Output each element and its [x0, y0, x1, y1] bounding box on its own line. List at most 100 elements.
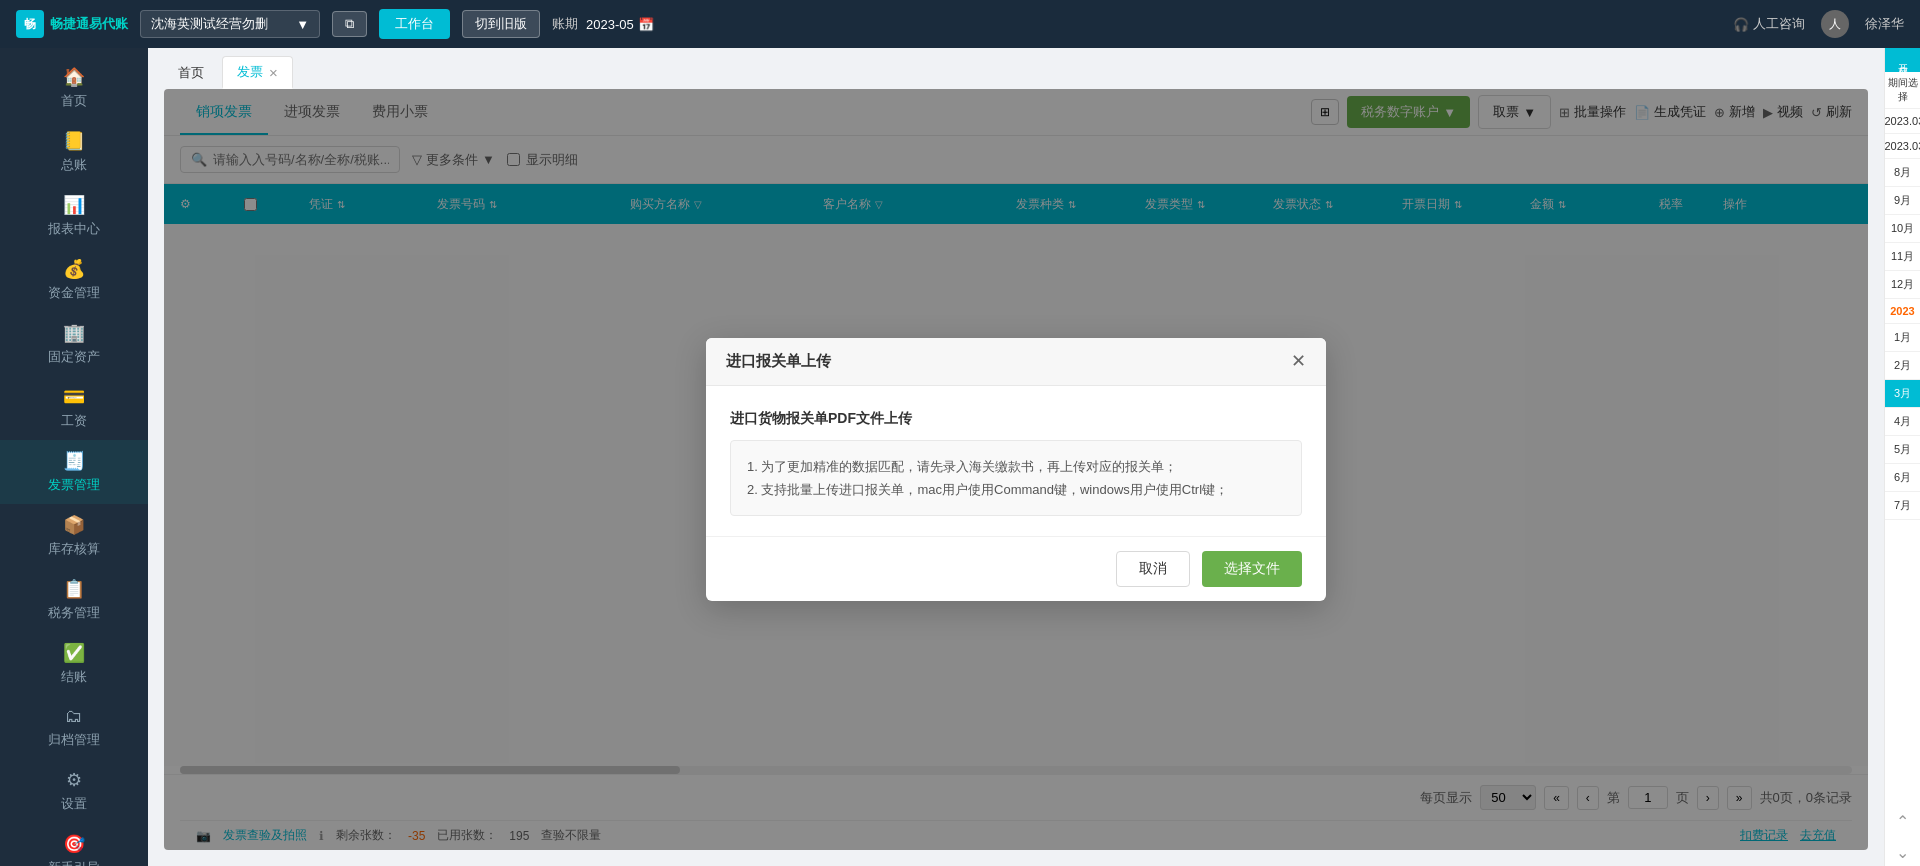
period-8[interactable]: 8月: [1885, 159, 1921, 187]
period-1[interactable]: 1月: [1885, 324, 1921, 352]
dropdown-arrow: ▼: [296, 17, 309, 32]
sidebar-reports-label: 报表中心: [48, 220, 100, 238]
expand-icon[interactable]: ⌄: [1896, 839, 1909, 866]
service-label: 人工咨询: [1753, 15, 1805, 33]
sidebar-item-assets[interactable]: 🏢 固定资产: [0, 312, 148, 376]
period-2023[interactable]: 2023: [1885, 299, 1921, 324]
period-2023-03-1[interactable]: 2023.03: [1885, 109, 1921, 134]
tab-home[interactable]: 首页: [164, 58, 218, 88]
sidebar-item-settlement[interactable]: ✅ 结账: [0, 632, 148, 696]
collapse-icon[interactable]: ⌃: [1896, 804, 1909, 839]
sidebar-item-home[interactable]: 🏠 首页: [0, 56, 148, 120]
sidebar-item-settings[interactable]: ⚙ 设置: [0, 759, 148, 823]
sidebar-item-reports[interactable]: 📊 报表中心: [0, 184, 148, 248]
service-button[interactable]: 🎧 人工咨询: [1733, 15, 1805, 33]
sidebar-archive-label: 归档管理: [48, 731, 100, 749]
top-header: 畅 畅捷通易代账 沈海英测试经营勿删 ▼ ⧉ 工作台 切到旧版 账期 2023-…: [0, 0, 1920, 48]
sidebar-ledger-label: 总账: [61, 156, 87, 174]
tab-home-label: 首页: [178, 65, 204, 80]
period-7[interactable]: 7月: [1885, 492, 1921, 520]
period-3[interactable]: 3月: [1885, 380, 1921, 408]
sidebar-settlement-label: 结账: [61, 668, 87, 686]
modal-section-title: 进口货物报关单PDF文件上传: [730, 410, 1302, 428]
inventory-icon: 📦: [63, 514, 85, 536]
sidebar-item-salary[interactable]: 💳 工资: [0, 376, 148, 440]
tab-close-icon[interactable]: ×: [269, 64, 278, 81]
modal-header: 进口报关单上传 ✕: [706, 338, 1326, 386]
guide-icon: 🎯: [63, 833, 85, 855]
copy-button[interactable]: ⧉: [332, 11, 367, 37]
tab-bar: 首页 发票 ×: [148, 48, 1884, 89]
sidebar-inventory-label: 库存核算: [48, 540, 100, 558]
period-12[interactable]: 12月: [1885, 271, 1921, 299]
modal-body: 进口货物报关单PDF文件上传 1. 为了更加精准的数据匹配，请先录入海关缴款书，…: [706, 386, 1326, 537]
period-label: 账期: [552, 15, 578, 33]
period-select-label: 期间选择: [1885, 72, 1920, 109]
sidebar-salary-label: 工资: [61, 412, 87, 430]
period-6[interactable]: 6月: [1885, 464, 1921, 492]
settings-icon: ⚙: [66, 769, 82, 791]
reports-icon: 📊: [63, 194, 85, 216]
period-info: 账期 2023-05 📅: [552, 15, 654, 33]
sidebar-item-invoice[interactable]: 🧾 发票管理: [0, 440, 148, 504]
sidebar-guide-label: 新手引导: [48, 859, 100, 866]
period-2[interactable]: 2月: [1885, 352, 1921, 380]
workbench-label: 工作台: [395, 16, 434, 31]
period-panel[interactable]: 2023.03 2023.03 8月 9月 10月 11月 12月 2023 1…: [1885, 109, 1921, 804]
user-avatar[interactable]: 人: [1821, 10, 1849, 38]
modal-title: 进口报关单上传: [726, 352, 831, 371]
company-name: 沈海英测试经营勿删: [151, 15, 268, 33]
salary-icon: 💳: [63, 386, 85, 408]
finance-icon: 💰: [63, 258, 85, 280]
company-selector[interactable]: 沈海英测试经营勿删 ▼: [140, 10, 320, 38]
tab-invoice[interactable]: 发票 ×: [222, 56, 293, 89]
sidebar-settings-label: 设置: [61, 795, 87, 813]
user-name: 徐泽华: [1865, 15, 1904, 33]
period-9[interactable]: 9月: [1885, 187, 1921, 215]
sidebar-home-label: 首页: [61, 92, 87, 110]
workbench-button[interactable]: 工作台: [379, 9, 450, 39]
calendar-icon[interactable]: 📅: [638, 17, 654, 32]
period-5[interactable]: 5月: [1885, 436, 1921, 464]
modal-overlay[interactable]: 进口报关单上传 ✕ 进口货物报关单PDF文件上传 1. 为了更加精准的数据匹配，…: [164, 89, 1868, 850]
sidebar-item-tax[interactable]: 📋 税务管理: [0, 568, 148, 632]
ledger-icon: 📒: [63, 130, 85, 152]
switch-old-button[interactable]: 切到旧版: [462, 10, 540, 38]
right-panel: 开启日期 期间选择 2023.03 2023.03 8月 9月 10月 11月 …: [1884, 48, 1920, 866]
main-layout: 🏠 首页 📒 总账 📊 报表中心 💰 资金管理 🏢 固定资产 💳 工资 🧾 发票…: [0, 48, 1920, 866]
tax-icon: 📋: [63, 578, 85, 600]
modal-close-button[interactable]: ✕: [1291, 352, 1306, 370]
app-title: 畅捷通易代账: [50, 15, 128, 33]
sidebar-item-finance[interactable]: 💰 资金管理: [0, 248, 148, 312]
sidebar: 🏠 首页 📒 总账 📊 报表中心 💰 资金管理 🏢 固定资产 💳 工资 🧾 发票…: [0, 48, 148, 866]
sidebar-tax-label: 税务管理: [48, 604, 100, 622]
logo-icon: 畅: [16, 10, 44, 38]
period-4[interactable]: 4月: [1885, 408, 1921, 436]
modal-cancel-button[interactable]: 取消: [1116, 551, 1190, 587]
home-icon: 🏠: [63, 66, 85, 88]
modal-info-item-2: 2. 支持批量上传进口报关单，mac用户使用Command键，windows用户…: [747, 478, 1285, 501]
archive-icon: 🗂: [65, 706, 83, 727]
sidebar-item-archive[interactable]: 🗂 归档管理: [0, 696, 148, 759]
sidebar-item-guide[interactable]: 🎯 新手引导: [0, 823, 148, 866]
select-file-label: 选择文件: [1224, 560, 1280, 576]
switch-old-label: 切到旧版: [475, 16, 527, 31]
period-11[interactable]: 11月: [1885, 243, 1921, 271]
period-2023-03-2[interactable]: 2023.03: [1885, 134, 1921, 159]
sidebar-item-inventory[interactable]: 📦 库存核算: [0, 504, 148, 568]
right-panel-top: 开启日期: [1885, 48, 1920, 72]
modal-footer: 取消 选择文件: [706, 536, 1326, 601]
cancel-label: 取消: [1139, 560, 1167, 576]
content-area: 首页 发票 × 销项发票 进项发票 费用小票: [148, 48, 1884, 866]
assets-icon: 🏢: [63, 322, 85, 344]
sidebar-invoice-label: 发票管理: [48, 476, 100, 494]
invoice-icon: 🧾: [63, 450, 85, 472]
modal-select-file-button[interactable]: 选择文件: [1202, 551, 1302, 587]
period-10[interactable]: 10月: [1885, 215, 1921, 243]
sidebar-item-ledger[interactable]: 📒 总账: [0, 120, 148, 184]
sidebar-assets-label: 固定资产: [48, 348, 100, 366]
settlement-icon: ✅: [63, 642, 85, 664]
modal-info-item-1: 1. 为了更加精准的数据匹配，请先录入海关缴款书，再上传对应的报关单；: [747, 455, 1285, 478]
period-value: 2023-05: [586, 17, 634, 32]
open-panel-label: 开启日期: [1896, 56, 1910, 64]
